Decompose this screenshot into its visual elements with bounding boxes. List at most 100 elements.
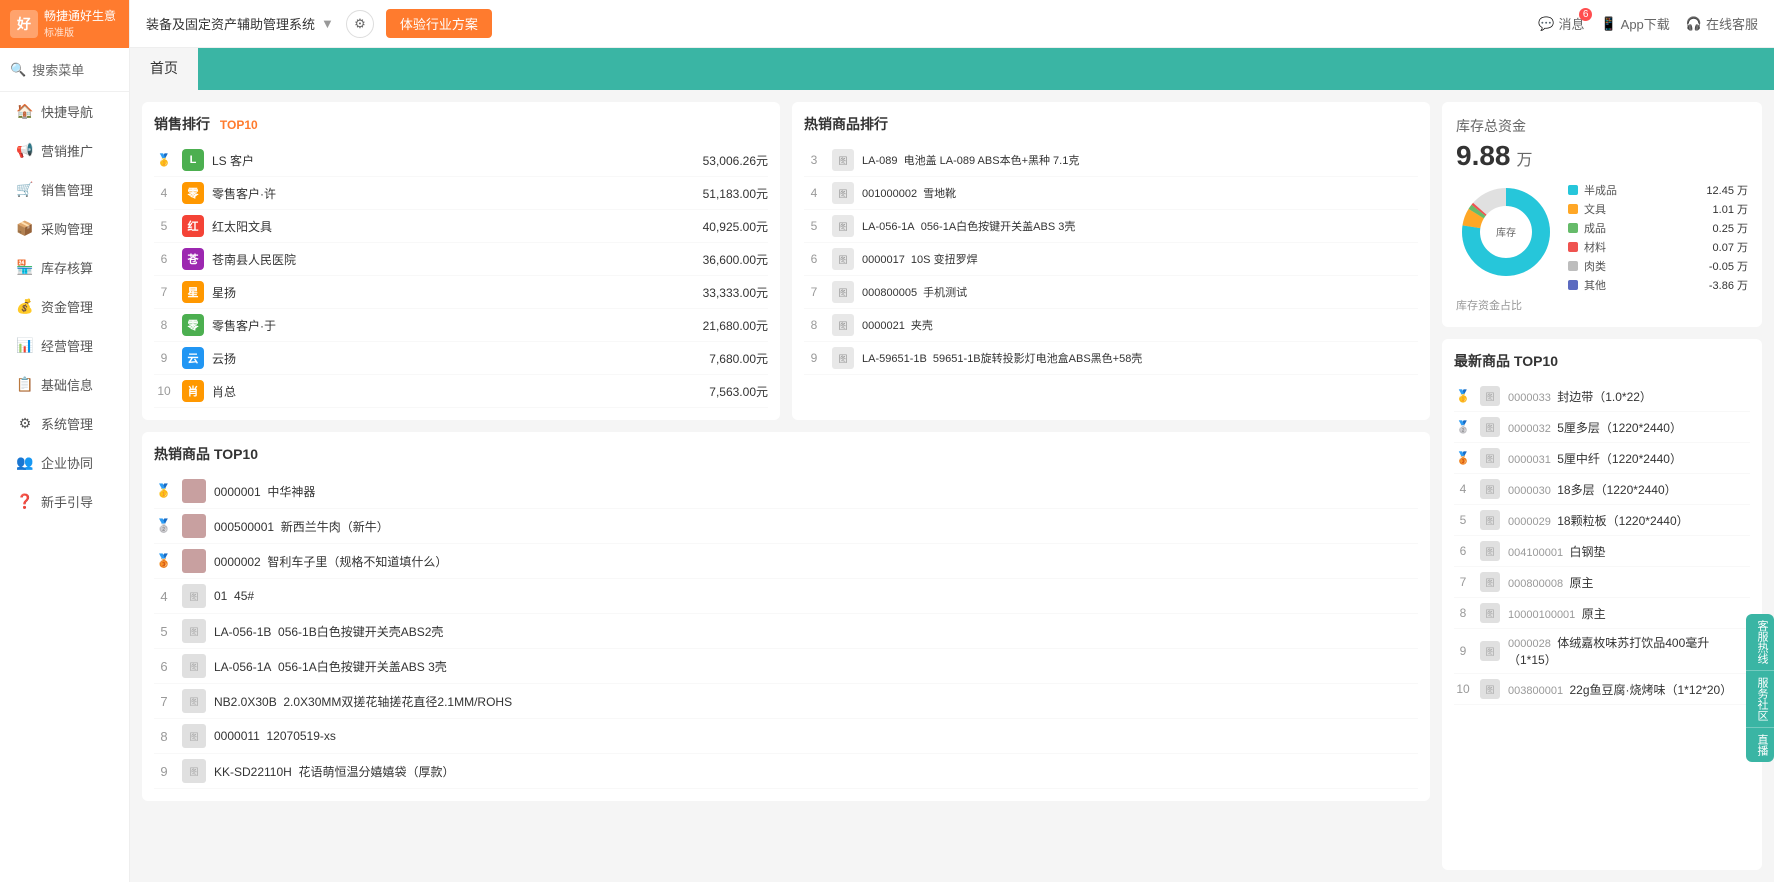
online-service-button[interactable]: 🎧 在线客服 [1686, 14, 1758, 33]
new-product-item: 7 图 000800008 原主 [1454, 567, 1750, 598]
sales-icon: 🛒 [17, 182, 33, 198]
message-icon: 💬 [1538, 16, 1554, 32]
product-info: 0000030 18多层（1220*2440） [1508, 481, 1750, 498]
new-product-item: 4 图 0000030 18多层（1220*2440） [1454, 474, 1750, 505]
legend-item: 文具 1.01 万 [1568, 201, 1748, 217]
new-products-list: 🥇 图 0000033 封边带（1.0*22） 🥈 图 0000032 5厘多层… [1454, 381, 1750, 705]
system-icon: ⚙ [17, 416, 33, 432]
rank-number: 5 [804, 219, 824, 233]
legend-item: 半成品 12.45 万 [1568, 182, 1748, 198]
float-btn-live[interactable]: 直播 [1746, 728, 1774, 762]
top-customers-title: 销售排行 TOP10 [154, 114, 768, 134]
customer-name: 苍南县人民医院 [212, 251, 695, 268]
inventory-unit: 万 [1517, 146, 1533, 170]
sidebar-item-marketing[interactable]: 📢 营销推广 [0, 131, 129, 170]
hot-product-item: 🥇 0000001 中华神器 [154, 474, 1418, 509]
customer-avatar: 肖 [182, 380, 204, 402]
legend-item: 肉类 -0.05 万 [1568, 258, 1748, 274]
main-area: 装备及固定资产辅助管理系统 ▼ ⚙ 体验行业方案 💬 消息 6 📱 App下载 … [130, 0, 1774, 882]
legend: 半成品 12.45 万 文具 1.01 万 成品 0.25 万 材料 0.07 … [1568, 182, 1748, 293]
product-name: KK-SD22110H 花语萌恒温分嬉嬉袋（厚款） [214, 763, 1418, 780]
rank-number: 9 [154, 764, 174, 779]
home-icon: 🏠 [17, 104, 33, 120]
sidebar: 好 畅捷通好生意 标准版 🔍 搜索菜单 🏠 快捷导航 📢 营销推广 🛒 销售管理… [0, 0, 130, 882]
product-thumbnail: 图 [1480, 541, 1500, 561]
hot-product-item: 8 图 0000011 12070519-xs [154, 719, 1418, 754]
sidebar-item-sales[interactable]: 🛒 销售管理 [0, 170, 129, 209]
customer-avatar: 零 [182, 182, 204, 204]
svg-text:库存: 库存 [1496, 226, 1516, 239]
sidebar-item-finance[interactable]: 💰 资金管理 [0, 287, 129, 326]
app-download-button[interactable]: 📱 App下载 [1600, 14, 1669, 33]
product-info: 10000100001 原主 [1508, 605, 1750, 622]
float-btn-community[interactable]: 服务社区 [1746, 671, 1774, 728]
product-info: 0000033 封边带（1.0*22） [1508, 388, 1750, 405]
product-thumbnail: 图 [1480, 417, 1500, 437]
customer-avatar: L [182, 149, 204, 171]
product-rank-item: 7 图 000800005 手机测试 [804, 276, 1418, 309]
product-thumbnail: 图 [1480, 386, 1500, 406]
right-panel: 库存总资金 9.88 万 [1442, 102, 1762, 870]
marketing-icon: 📢 [17, 143, 33, 159]
product-info: 003800001 22g鱼豆腐·烧烤味（1*12*20） [1508, 681, 1750, 698]
rank-number: 8 [154, 729, 174, 744]
legend-dot [1568, 204, 1578, 214]
product-name: 原主 [1569, 576, 1593, 590]
rank-number: 5 [154, 219, 174, 233]
legend-label: 材料 [1584, 239, 1707, 255]
product-name: 原主 [1582, 607, 1606, 621]
customer-rank-item: 9 云 云扬 7,680.00元 [154, 342, 768, 375]
product-info: 000800008 原主 [1508, 574, 1750, 591]
legend-dot [1568, 261, 1578, 271]
hot-product-item: 7 图 NB2.0X30B 2.0X30MM双搓花轴搓花直径2.1MM/ROHS [154, 684, 1418, 719]
product-thumbnail: 图 [1480, 479, 1500, 499]
settings-button[interactable]: ⚙ [346, 10, 374, 38]
product-image: 图 [832, 347, 854, 369]
sidebar-item-operations[interactable]: 📊 经营管理 [0, 326, 129, 365]
sidebar-item-guide[interactable]: ❓ 新手引导 [0, 482, 129, 521]
new-product-item: 🥈 图 0000032 5厘多层（1220*2440） [1454, 412, 1750, 443]
search-menu-button[interactable]: 🔍 搜索菜单 [10, 56, 119, 83]
inventory-value: 9.88 [1456, 140, 1511, 172]
hot-products-title: 热销商品 TOP10 [154, 444, 1418, 464]
product-thumbnail: 图 [1480, 572, 1500, 592]
product-name: LA-056-1B 056-1B白色按键开关壳ABS2壳 [214, 623, 1418, 640]
rank-number: 7 [154, 694, 174, 709]
customer-value: 36,600.00元 [703, 251, 768, 268]
product-code: 10000100001 [1508, 609, 1578, 621]
new-product-item: 🥉 图 0000031 5厘中纤（1220*2440） [1454, 443, 1750, 474]
sidebar-item-enterprise[interactable]: 👥 企业协同 [0, 443, 129, 482]
sidebar-item-inventory[interactable]: 🏪 库存核算 [0, 248, 129, 287]
new-products-panel: 最新商品 TOP10 🥇 图 0000033 封边带（1.0*22） 🥈 图 0… [1442, 339, 1762, 870]
product-thumbnail [182, 479, 206, 503]
sidebar-item-system[interactable]: ⚙ 系统管理 [0, 404, 129, 443]
product-image: 图 [832, 149, 854, 171]
float-btn-service[interactable]: 客服热线 [1746, 614, 1774, 671]
customer-value: 33,333.00元 [703, 284, 768, 301]
tab-home[interactable]: 首页 [130, 48, 198, 90]
sidebar-item-purchase[interactable]: 📦 采购管理 [0, 209, 129, 248]
top-customers-panel: 销售排行 TOP10 🥇 L LS 客户 53,006.26元 4 零 零售客户… [142, 102, 780, 420]
product-rank-item: 4 图 001000002 雪地靴 [804, 177, 1418, 210]
rank-number: 🥉 [154, 553, 174, 569]
sidebar-item-quicknav[interactable]: 🏠 快捷导航 [0, 92, 129, 131]
message-button[interactable]: 💬 消息 6 [1538, 14, 1584, 33]
dropdown-chevron[interactable]: ▼ [321, 16, 334, 31]
customer-rank-item: 6 苍 苍南县人民医院 36,600.00元 [154, 243, 768, 276]
new-product-item: 9 图 0000028 体绒嘉枚味苏打饮品400毫升（1*15） [1454, 629, 1750, 674]
operations-icon: 📊 [17, 338, 33, 354]
product-name: 封边带（1.0*22） [1557, 390, 1652, 404]
sidebar-item-basic-info[interactable]: 📋 基础信息 [0, 365, 129, 404]
header: 装备及固定资产辅助管理系统 ▼ ⚙ 体验行业方案 💬 消息 6 📱 App下载 … [130, 0, 1774, 48]
rank-number: 6 [154, 252, 174, 266]
legend-label: 文具 [1584, 201, 1707, 217]
trial-button[interactable]: 体验行业方案 [386, 9, 492, 38]
hot-product-item: 4 图 01 45# [154, 579, 1418, 614]
customer-name: 云扬 [212, 350, 701, 367]
rank-number: 7 [1454, 575, 1472, 589]
headset-icon: 🎧 [1686, 16, 1702, 32]
product-name: 18多层（1220*2440） [1557, 483, 1676, 497]
inventory-chart-label: 库存资金占比 [1456, 297, 1748, 313]
rank-number: 6 [154, 659, 174, 674]
product-info: 0000031 5厘中纤（1220*2440） [1508, 450, 1750, 467]
